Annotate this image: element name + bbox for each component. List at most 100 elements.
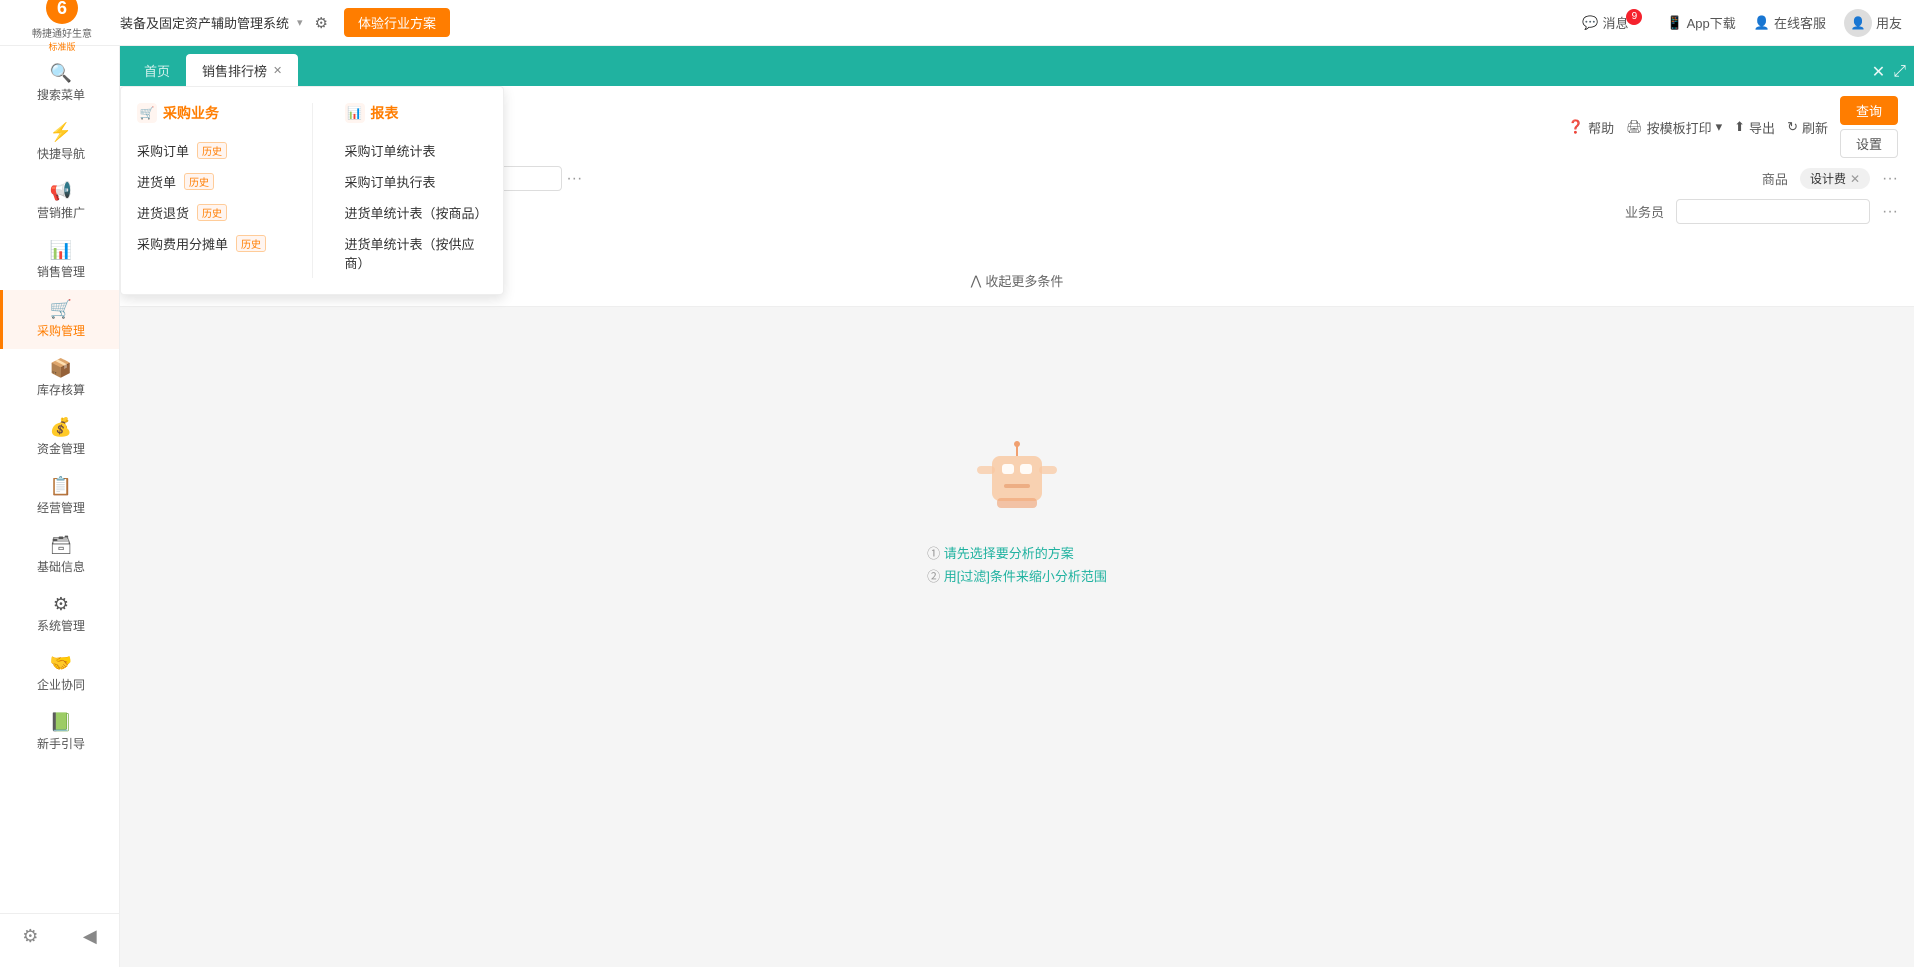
nav-icon: ⚡ [50, 123, 72, 141]
sidebar-collapse-btn[interactable]: ◀ [79, 922, 101, 951]
collapse-icon: ⋀ [971, 273, 982, 289]
topbar-right: 💬 消息 9 📱 App下载 👤 在线客服 👤 用友 [1582, 9, 1902, 37]
print-dropdown-icon[interactable]: ▾ [1716, 119, 1723, 135]
logo-text: 畅捷通好生意 [32, 25, 92, 40]
hist-badge-2: 历史 [197, 204, 227, 221]
sidebar-item-search[interactable]: 🔍 搜索菜单 [0, 54, 119, 113]
hist-badge-3: 历史 [236, 235, 266, 252]
system-icon: ⚙ [53, 595, 69, 613]
tab-close-all-btn[interactable]: ✕ [1872, 62, 1885, 82]
dropdown-purchase-order-stat[interactable]: 采购订单统计表 [345, 135, 488, 166]
empty-text: ① 请先选择要分析的方案 ② 用[过滤]条件来缩小分析范围 [927, 542, 1107, 589]
query-button[interactable]: 查询 [1840, 96, 1898, 125]
system-name: 装备及固定资产辅助管理系统 [120, 13, 289, 32]
guide-icon: 📗 [50, 713, 72, 731]
sidebar-settings-btn[interactable]: ⚙ [18, 922, 42, 951]
basic-icon: 🗃 [50, 536, 73, 554]
sidebar-bottom: ⚙ ◀ [0, 913, 119, 959]
user-menu[interactable]: 👤 用友 [1844, 9, 1902, 37]
sidebar-item-finance[interactable]: 💰 资金管理 [0, 408, 119, 467]
logo-area: 6 畅捷通好生意 标准版 [12, 0, 112, 53]
user-avatar: 👤 [1844, 9, 1872, 37]
message-badge: 9 [1626, 9, 1642, 25]
search-icon: 🔍 [50, 64, 72, 82]
dropdown-purchase-expense[interactable]: 采购费用分摊单 历史 [137, 228, 280, 259]
sidebar-item-sales[interactable]: 📊 销售管理 [0, 231, 119, 290]
tab-bar-right: ✕ ⤢ [1872, 62, 1906, 86]
tab-home[interactable]: 首页 [128, 54, 186, 86]
finance-icon: 💰 [50, 418, 72, 436]
content-area: ❓ 帮助 🖨 按模板打印 ▾ ⬆ 导出 ↻ 刷新 [120, 86, 1914, 967]
industry-button[interactable]: 体验行业方案 [344, 8, 450, 37]
sidebar-item-basic[interactable]: 🗃 基础信息 [0, 526, 119, 585]
hist-badge-0: 历史 [197, 142, 227, 159]
purchase-col: 🛒 采购业务 采购订单 历史 进货单 历史 进货退货 历史 [137, 103, 280, 278]
logo-icon: 6 [46, 0, 78, 24]
marketing-icon: 📢 [50, 182, 72, 200]
report-col-icon: 📊 [345, 103, 365, 123]
sales-icon: 📊 [50, 241, 72, 259]
tab-bar: 首页 销售排行榜 ✕ ✕ ⤢ [120, 46, 1914, 86]
sidebar-item-marketing[interactable]: 📢 营销推广 [0, 172, 119, 231]
topbar-center: 装备及固定资产辅助管理系统 ▾ ⚙ 体验行业方案 [112, 8, 1582, 37]
purchase-col-title: 🛒 采购业务 [137, 103, 280, 123]
salesman-label: 业务员 [1625, 202, 1664, 221]
dropdown-purchase-order[interactable]: 采购订单 历史 [137, 135, 280, 166]
dropdown-goods-in[interactable]: 进货单 历史 [137, 166, 280, 197]
goods-tag: 设计费 ✕ [1800, 168, 1870, 189]
topbar: 6 畅捷通好生意 标准版 装备及固定资产辅助管理系统 ▾ ⚙ 体验行业方案 💬 … [0, 0, 1914, 46]
goods-dots[interactable]: ··· [1882, 170, 1898, 188]
dropdown-goods-in-goods[interactable]: 进货单统计表（按商品） [345, 197, 488, 228]
empty-svg [967, 426, 1067, 526]
service-icon: 👤 [1754, 15, 1770, 31]
operation-icon: 📋 [50, 477, 72, 495]
sidebar-item-operation[interactable]: 📋 经营管理 [0, 467, 119, 526]
sidebar-item-nav[interactable]: ⚡ 快捷导航 [0, 113, 119, 172]
layout: 🔍 搜索菜单 ⚡ 快捷导航 📢 营销推广 📊 销售管理 🛒 采购管理 📦 库存核… [0, 46, 1914, 967]
hist-badge-1: 历史 [184, 173, 214, 190]
app-download-button[interactable]: 📱 App下载 [1666, 13, 1735, 32]
empty-state: ① 请先选择要分析的方案 ② 用[过滤]条件来缩小分析范围 [120, 307, 1914, 707]
report-col: 📊 报表 采购订单统计表 采购订单执行表 进货单统计表（按商品） 进货单统计表（… [345, 103, 488, 278]
report-col-title: 📊 报表 [345, 103, 488, 123]
tab-expand-btn[interactable]: ⤢ [1893, 63, 1906, 81]
dropdown-goods-return[interactable]: 进货退货 历史 [137, 197, 280, 228]
inventory-icon: 📦 [50, 359, 72, 377]
topbar-settings-icon[interactable]: ⚙ [315, 14, 328, 32]
topbar-arrow[interactable]: ▾ [297, 16, 303, 29]
salesman-dots[interactable]: ··· [1882, 203, 1898, 221]
logo-badge: 标准版 [48, 40, 75, 53]
print-icon: 🖨 [1626, 119, 1643, 135]
message-button[interactable]: 💬 消息 9 [1582, 13, 1648, 32]
corp-icon: 🤝 [50, 654, 72, 672]
tab-close-btn[interactable]: ✕ [273, 64, 282, 77]
online-service-button[interactable]: 👤 在线客服 [1754, 13, 1826, 32]
tab-sales-rank[interactable]: 销售排行榜 ✕ [186, 54, 298, 86]
refresh-icon: ↻ [1787, 119, 1798, 135]
purchase-dropdown-menu: 🛒 采购业务 采购订单 历史 进货单 历史 进货退货 历史 [120, 86, 504, 295]
sidebar-item-inventory[interactable]: 📦 库存核算 [0, 349, 119, 408]
salesman-input[interactable] [1676, 199, 1870, 224]
dropdown-divider [312, 103, 313, 278]
goods-label: 商品 [1762, 169, 1788, 188]
goods-tag-remove[interactable]: ✕ [1850, 172, 1860, 186]
help-btn[interactable]: ❓ 帮助 [1568, 118, 1614, 137]
export-icon: ⬆ [1734, 119, 1745, 135]
main-content: 首页 销售排行榜 ✕ ✕ ⤢ ❓ 帮助 [120, 46, 1914, 967]
sidebar-item-guide[interactable]: 📗 新手引导 [0, 703, 119, 762]
doc-status-dots[interactable]: ··· [566, 170, 582, 188]
message-icon: 💬 [1582, 15, 1598, 31]
sidebar-item-purchase[interactable]: 🛒 采购管理 [0, 290, 119, 349]
sidebar-item-corp[interactable]: 🤝 企业协同 [0, 644, 119, 703]
sidebar: 🔍 搜索菜单 ⚡ 快捷导航 📢 营销推广 📊 销售管理 🛒 采购管理 📦 库存核… [0, 46, 120, 967]
help-icon: ❓ [1568, 119, 1584, 135]
phone-icon: 📱 [1666, 15, 1682, 31]
export-btn[interactable]: ⬆ 导出 [1734, 118, 1775, 137]
print-btn[interactable]: 🖨 按模板打印 ▾ [1626, 118, 1722, 137]
purchase-col-icon: 🛒 [137, 103, 157, 123]
settings-button[interactable]: 设置 [1840, 129, 1898, 158]
sidebar-item-system[interactable]: ⚙ 系统管理 [0, 585, 119, 644]
dropdown-purchase-order-exec[interactable]: 采购订单执行表 [345, 166, 488, 197]
dropdown-goods-in-supplier[interactable]: 进货单统计表（按供应商） [345, 228, 488, 278]
refresh-btn[interactable]: ↻ 刷新 [1787, 118, 1828, 137]
